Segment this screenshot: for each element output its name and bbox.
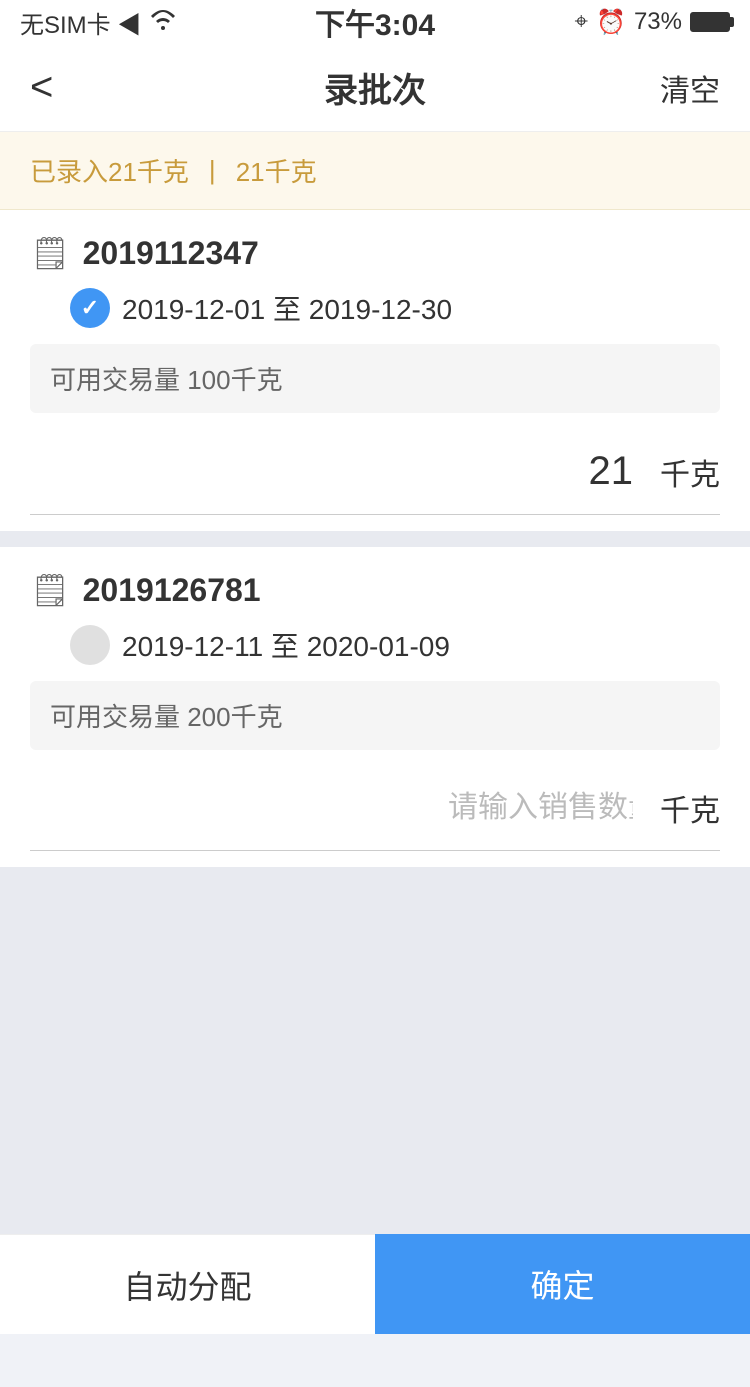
alarm-icon: ⏰ xyxy=(596,8,626,37)
batch-2-amount-input[interactable] xyxy=(448,791,648,825)
section-separator-1 xyxy=(0,531,750,547)
batch-1-amount-row: 千克 xyxy=(0,429,750,514)
radio-unselected-2[interactable] xyxy=(70,625,110,665)
batch-1-id: 2019112347 xyxy=(83,235,259,272)
sim-text: 无SIM卡 ◀ xyxy=(20,5,141,40)
location-icon: ⌖ xyxy=(575,8,589,36)
status-bar: 无SIM卡 ◀ 下午3:04 ⌖ ⏰ 73% xyxy=(0,0,750,44)
empty-area xyxy=(0,867,750,1287)
doc-icon-1: 🗒 xyxy=(30,234,71,272)
recorded-amount-label: 已录入21千克 xyxy=(30,152,189,189)
batch-2-date: 2019-12-11 至 2020-01-09 xyxy=(122,625,450,665)
batch-2-unit: 千克 xyxy=(660,786,720,830)
clear-button[interactable]: 清空 xyxy=(660,66,720,110)
info-banner: 已录入21千克 | 21千克 xyxy=(0,132,750,210)
batch-card-2: 🗒 2019126781 2019-12-11 至 2020-01-09 可用交… xyxy=(0,547,750,867)
auto-distribute-button[interactable]: 自动分配 xyxy=(0,1234,375,1334)
batch-1-date-row[interactable]: 2019-12-01 至 2019-12-30 xyxy=(0,280,750,340)
batch-1-date: 2019-12-01 至 2019-12-30 xyxy=(122,288,452,328)
recorded-amount-value: 21千克 xyxy=(236,152,317,189)
back-button[interactable]: < xyxy=(30,65,53,110)
wifi-icon xyxy=(149,8,177,37)
batch-2-id: 2019126781 xyxy=(83,572,261,609)
info-divider: | xyxy=(209,155,216,186)
main-content: 已录入21千克 | 21千克 🗒 2019112347 2019-12-01 至… xyxy=(0,132,750,1387)
status-right: ⌖ ⏰ 73% xyxy=(575,8,730,37)
batch-2-header: 🗒 2019126781 xyxy=(0,547,750,617)
nav-bar: < 录批次 清空 xyxy=(0,44,750,132)
bottom-bar: 自动分配 确定 xyxy=(0,1234,750,1334)
battery-icon xyxy=(690,12,730,32)
radio-selected-1[interactable] xyxy=(70,288,110,328)
batch-1-amount-input[interactable] xyxy=(448,449,648,494)
status-left: 无SIM卡 ◀ xyxy=(20,5,177,40)
confirm-button[interactable]: 确定 xyxy=(375,1234,750,1334)
batch-2-date-row[interactable]: 2019-12-11 至 2020-01-09 xyxy=(0,617,750,677)
doc-icon-2: 🗒 xyxy=(30,571,71,609)
batch-card-1: 🗒 2019112347 2019-12-01 至 2019-12-30 可用交… xyxy=(0,210,750,531)
batch-1-unit: 千克 xyxy=(660,450,720,494)
battery-percent: 73% xyxy=(634,8,682,36)
status-time: 下午3:04 xyxy=(315,0,435,44)
batch-2-available: 可用交易量 200千克 xyxy=(30,681,720,750)
batch-1-header: 🗒 2019112347 xyxy=(0,210,750,280)
batch-1-available: 可用交易量 100千克 xyxy=(30,344,720,413)
batch-2-input-row: 千克 xyxy=(0,766,750,850)
page-title: 录批次 xyxy=(324,63,426,112)
